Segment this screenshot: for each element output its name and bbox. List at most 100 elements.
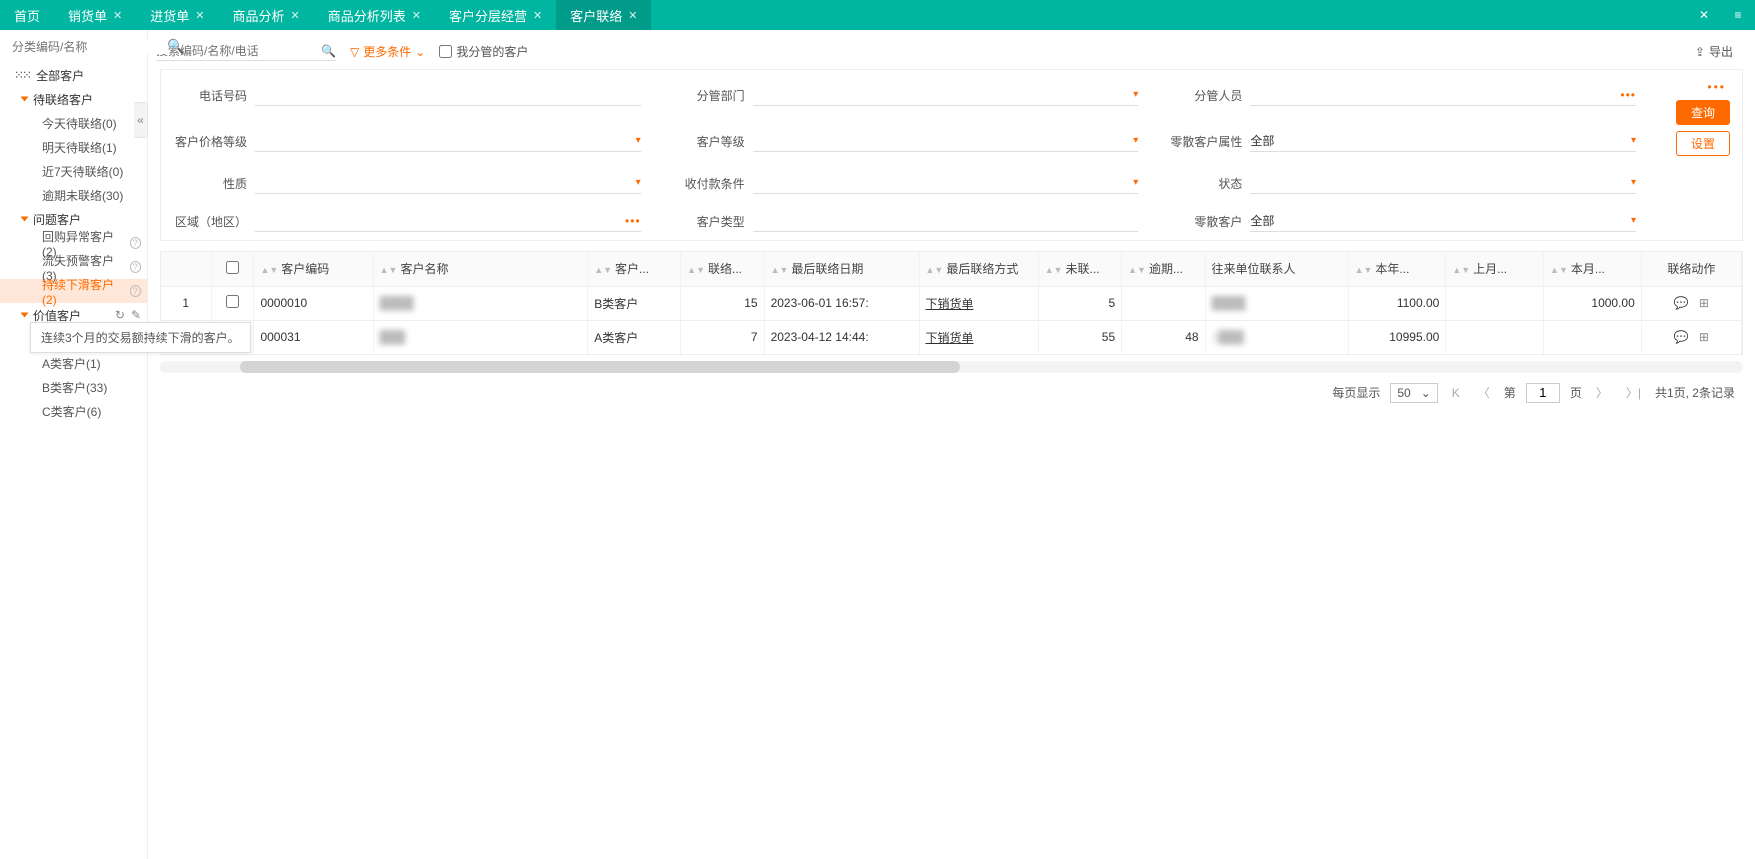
col-check[interactable] (211, 252, 254, 286)
next-page-button[interactable]: 〉 (1592, 384, 1612, 401)
chevron-down-icon: ▾ (1631, 177, 1636, 188)
tree-group-pending[interactable]: 待联络客户 (0, 87, 147, 111)
sidebar-search-input[interactable] (12, 40, 167, 54)
sort-icon: ▲▼ (1355, 268, 1373, 273)
nature-select[interactable]: ▾ (255, 172, 641, 194)
more-filters-toggle[interactable]: ▽更多条件⌄ (350, 43, 425, 60)
sidebar-collapse-button[interactable]: « (134, 102, 148, 138)
scrollbar-thumb[interactable] (240, 361, 960, 373)
tab-customer-tier[interactable]: 客户分层经营✕ (435, 0, 556, 30)
tree-item[interactable]: C类客户(6) (0, 399, 147, 423)
filter-label: 零散客户属性 (1168, 133, 1250, 150)
price-level-select[interactable]: ▾ (255, 130, 641, 152)
horizontal-scrollbar[interactable] (160, 361, 1743, 373)
filter-label: 电话号码 (173, 87, 255, 104)
tree-item[interactable]: 逾期未联络(30) (0, 183, 147, 207)
search-icon[interactable]: 🔍 (321, 44, 336, 58)
more-icon[interactable]: ••• (1707, 80, 1730, 94)
col-unit-contact[interactable]: 往来单位联系人 (1205, 252, 1348, 286)
refresh-icon[interactable]: ↻ (115, 308, 125, 322)
col-last-way[interactable]: ▲▼最后联络方式 (919, 252, 1038, 286)
tab-product-list[interactable]: 商品分析列表✕ (314, 0, 435, 30)
sort-icon: ▲▼ (1550, 268, 1568, 273)
search-icon[interactable]: 🔍 (167, 38, 184, 55)
region-picker[interactable]: ••• (255, 210, 641, 232)
col-last-month[interactable]: ▲▼上月... (1446, 252, 1544, 286)
help-icon[interactable]: ? (130, 285, 141, 297)
col-last-date[interactable]: ▲▼最后联络日期 (764, 252, 919, 286)
chevron-down-icon: ⌄ (1421, 386, 1431, 400)
help-icon[interactable]: ? (130, 261, 141, 273)
caret-down-icon (21, 97, 29, 102)
tree-item[interactable]: 今天待联络(0) (0, 111, 147, 135)
sort-icon: ▲▼ (926, 268, 944, 273)
last-way-link[interactable]: 下销货单 (926, 331, 974, 345)
phone-input[interactable] (255, 84, 641, 106)
page-input[interactable] (1526, 383, 1560, 403)
chat-icon[interactable]: 💬 (1674, 296, 1689, 310)
col-action: 联络动作 (1641, 252, 1741, 286)
table-row[interactable]: 2 000031 ███ A类客户 7 2023-04-12 14:44: 下销… (161, 320, 1742, 354)
col-index[interactable] (161, 252, 211, 286)
export-button[interactable]: ⇪导出 (1695, 43, 1733, 60)
person-picker[interactable]: ••• (1250, 84, 1636, 106)
col-no-contact[interactable]: ▲▼未联... (1038, 252, 1121, 286)
close-icon[interactable]: ✕ (628, 9, 637, 22)
window-menu-button[interactable]: ≡ (1721, 0, 1755, 30)
my-customers-checkbox[interactable]: 我分管的客户 (439, 43, 528, 60)
close-icon[interactable]: ✕ (291, 9, 300, 22)
help-icon[interactable]: ? (130, 237, 141, 249)
tree-item[interactable]: B类客户(33) (0, 375, 147, 399)
tree-root[interactable]: ⁙⁙全部客户 (0, 63, 147, 87)
tab-purchase[interactable]: 进货单✕ (136, 0, 218, 30)
chat-icon[interactable]: 💬 (1674, 330, 1689, 344)
tab-customer-contact[interactable]: 客户联络✕ (556, 0, 651, 30)
tree-item-declining[interactable]: 持续下滑客户(2)? (0, 279, 147, 303)
window-close-button[interactable]: ✕ (1687, 0, 1721, 30)
select-all-checkbox[interactable] (226, 261, 239, 274)
query-button[interactable]: 查询 (1676, 100, 1730, 125)
edit-icon[interactable]: ✎ (131, 308, 141, 322)
close-icon[interactable]: ✕ (533, 9, 542, 22)
tree-item[interactable]: A类客户(1) (0, 351, 147, 375)
last-page-button[interactable]: 〉| (1622, 384, 1645, 401)
settings-button[interactable]: 设置 (1676, 131, 1730, 156)
col-code[interactable]: ▲▼客户编码 (254, 252, 373, 286)
col-level[interactable]: ▲▼客户... (588, 252, 681, 286)
table-row[interactable]: 1 0000010 ████ B类客户 15 2023-06-01 16:57:… (161, 286, 1742, 320)
close-icon[interactable]: ✕ (412, 9, 421, 22)
col-contact[interactable]: ▲▼联络... (681, 252, 764, 286)
cust-level-select[interactable]: ▾ (753, 130, 1139, 152)
col-year[interactable]: ▲▼本年... (1348, 252, 1446, 286)
sort-icon: ▲▼ (687, 268, 705, 273)
last-way-link[interactable]: 下销货单 (926, 297, 974, 311)
tree-item[interactable]: 明天待联络(1) (0, 135, 147, 159)
dept-select[interactable]: ▾ (753, 84, 1139, 106)
grid-icon: ⁙⁙ (14, 68, 30, 82)
page-size-select[interactable]: 50⌄ (1390, 383, 1437, 403)
col-overdue[interactable]: ▲▼逾期... (1122, 252, 1205, 286)
tab-sales[interactable]: 销货单✕ (54, 0, 136, 30)
cust-type-input[interactable] (753, 210, 1139, 232)
chevron-down-icon: ▾ (1133, 177, 1138, 188)
status-select[interactable]: ▾ (1250, 172, 1636, 194)
col-name[interactable]: ▲▼客户名称 (373, 252, 588, 286)
tab-home[interactable]: 首页 (0, 0, 54, 30)
prev-page-button[interactable]: 〈 (1474, 384, 1494, 401)
pay-terms-select[interactable]: ▾ (753, 172, 1139, 194)
tree-item[interactable]: 近7天待联络(0) (0, 159, 147, 183)
qr-icon[interactable]: ⊞ (1699, 296, 1709, 310)
close-icon[interactable]: ✕ (113, 9, 122, 22)
first-page-button[interactable]: K (1448, 386, 1464, 400)
retail-attr-select[interactable]: 全部▾ (1250, 130, 1636, 152)
tab-product-analysis[interactable]: 商品分析✕ (218, 0, 313, 30)
qr-icon[interactable]: ⊞ (1699, 330, 1709, 344)
close-icon[interactable]: ✕ (195, 9, 204, 22)
export-icon: ⇪ (1695, 45, 1705, 59)
chevron-down-icon: ▾ (1133, 135, 1138, 146)
retail-select[interactable]: 全部▾ (1250, 210, 1636, 232)
col-this-month[interactable]: ▲▼本月... (1544, 252, 1642, 286)
caret-down-icon (21, 217, 29, 222)
row-checkbox[interactable] (226, 295, 239, 308)
pagination: 每页显示 50⌄ K 〈 第 页 〉 〉| 共1页, 2条记录 (148, 373, 1755, 413)
